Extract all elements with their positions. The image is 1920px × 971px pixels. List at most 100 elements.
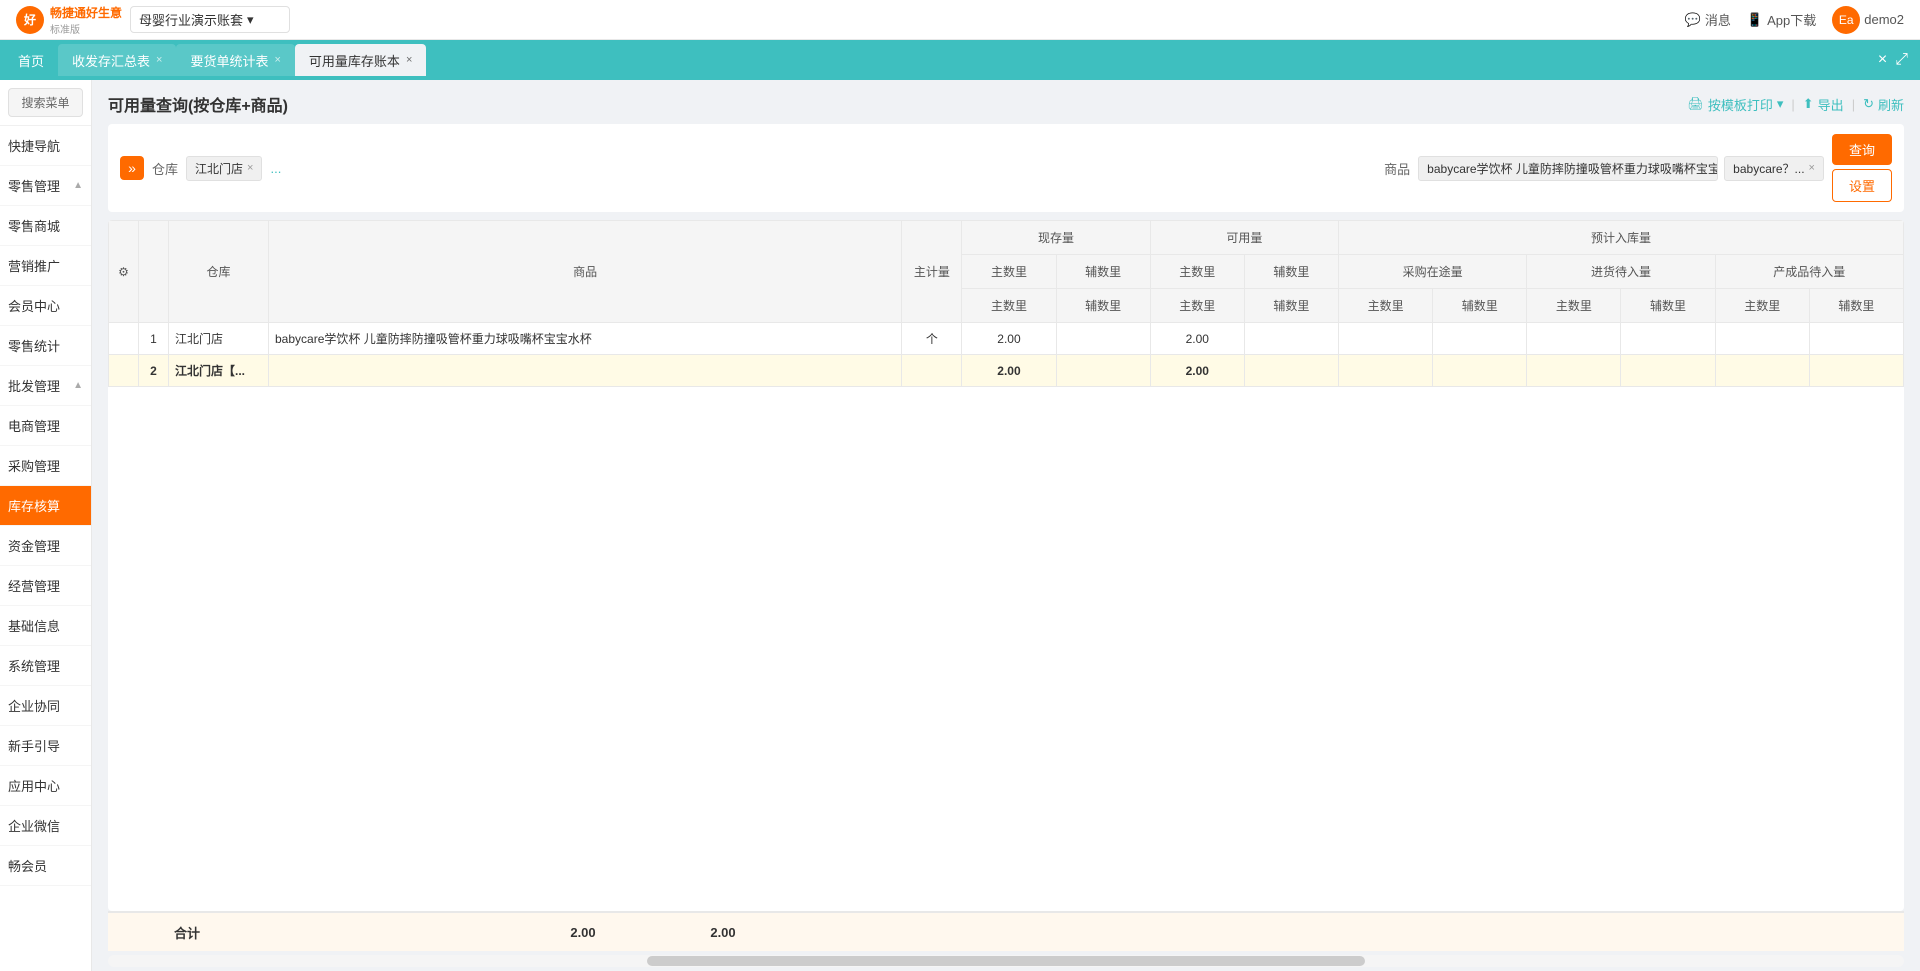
app-download-btn[interactable]: 📱 App下载	[1747, 10, 1816, 29]
sidebar-ops-label: 经营管理	[8, 576, 60, 595]
st-settings	[109, 355, 139, 387]
sidebar-item-purchase[interactable]: 采购管理	[0, 446, 91, 486]
inventory-table: ⚙ 仓库 商品 主计量 现存量 可用量 预计入库量 主数里 辅数里 主数里	[108, 220, 1904, 387]
sidebar-member-label: 会员中心	[8, 296, 60, 315]
tab-receipt[interactable]: 收发存汇总表 ×	[58, 44, 176, 76]
avatar: Ea	[1832, 6, 1860, 34]
tenant-name: 母婴行业演示账套	[139, 10, 243, 29]
sidebar-item-retail-stat[interactable]: 零售统计	[0, 326, 91, 366]
query-btn[interactable]: 查询	[1832, 134, 1892, 165]
sidebar-item-appstore[interactable]: 应用中心	[0, 766, 91, 806]
td-available-main: 2.00	[1150, 323, 1244, 355]
export-btn[interactable]: ⬆ 导出	[1803, 95, 1844, 114]
subtotal-row: 2 江北门店【... 2.00 2.00	[109, 355, 1904, 387]
sidebar-item-vip[interactable]: 畅会员	[0, 846, 91, 886]
set-btn[interactable]: 设置	[1832, 169, 1892, 202]
logo-text: 畅捷通好生意	[50, 4, 122, 21]
sidebar-item-ecommerce[interactable]: 电商管理	[0, 406, 91, 446]
tab-home-label: 首页	[18, 51, 44, 70]
sidebar-item-shortcut[interactable]: 快捷导航	[0, 126, 91, 166]
nav-tabs: 首页 收发存汇总表 × 要货单统计表 × 可用量库存账本 × × ⤢	[0, 40, 1920, 80]
refresh-btn[interactable]: ↻ 刷新	[1863, 95, 1904, 114]
chevron-down-icon: ▾	[247, 12, 254, 28]
scrollbar-thumb[interactable]	[647, 956, 1365, 966]
th-props: 辅数里	[1809, 289, 1903, 323]
th-unit: 主计量	[902, 221, 962, 323]
filter-toggle-btn[interactable]: »	[120, 156, 144, 180]
settings-icon[interactable]: ⚙	[118, 265, 129, 279]
sidebar-item-shop[interactable]: 零售商城	[0, 206, 91, 246]
product-tag-2-close[interactable]: ×	[1809, 162, 1815, 174]
sidebar-item-wholesale[interactable]: 批发管理 ▲	[0, 366, 91, 406]
horizontal-scrollbar[interactable]	[108, 955, 1904, 967]
tab-available-close[interactable]: ×	[406, 54, 412, 66]
sidebar-item-inventory[interactable]: 库存核算	[0, 486, 91, 526]
print-label: 按模板打印	[1708, 95, 1773, 114]
sidebar-finance-label: 资金管理	[8, 536, 60, 555]
warehouse-tag-close[interactable]: ×	[247, 162, 253, 174]
th-stock-sub: 辅数里	[1056, 255, 1150, 289]
product-tags: babycare学饮杯 儿童防摔防撞吸管杯重力球吸嘴杯宝宝水杯 × babyca…	[1418, 156, 1824, 181]
sidebar-item-finance[interactable]: 资金管理	[0, 526, 91, 566]
chevron-icon: ▲	[73, 180, 83, 191]
sidebar-item-enterprise[interactable]: 企业协同	[0, 686, 91, 726]
sidebar-item-ops[interactable]: 经营管理	[0, 566, 91, 606]
tab-available-label: 可用量库存账本	[309, 51, 400, 70]
total-label: 合计	[168, 923, 268, 942]
tab-home[interactable]: 首页	[4, 44, 58, 76]
filter-more-btn[interactable]: ...	[270, 161, 281, 176]
username: demo2	[1864, 12, 1904, 27]
content-area: 可用量查询(按仓库+商品) 🖨 按模板打印 ▾ | ⬆ 导出 | ↻ 刷新	[92, 80, 1920, 971]
sidebar-item-member[interactable]: 会员中心	[0, 286, 91, 326]
maximize-btn[interactable]: ⤢	[1895, 51, 1908, 69]
td-unit: 个	[902, 323, 962, 355]
sidebar-wechat-label: 企业微信	[8, 816, 60, 835]
sidebar-vip-label: 畅会员	[8, 856, 47, 875]
print-icon: 🖨	[1687, 96, 1704, 112]
th-propm: 主数里	[1715, 289, 1809, 323]
tab-order-close[interactable]: ×	[274, 54, 280, 66]
sidebar-item-retail[interactable]: 零售管理 ▲	[0, 166, 91, 206]
sidebar-retail-label: 零售管理	[8, 176, 60, 195]
export-label: 导出	[1818, 95, 1844, 114]
main-layout: 搜索菜单 快捷导航 零售管理 ▲ 零售商城 营销推广 会员中心 零售统计 批发管…	[0, 80, 1920, 971]
tab-available[interactable]: 可用量库存账本 ×	[295, 44, 426, 76]
filter-action-buttons: 查询 设置	[1832, 134, 1892, 202]
sidebar-item-system[interactable]: 系统管理	[0, 646, 91, 686]
total-footer: 合计 2.00 2.00	[108, 911, 1904, 951]
td-warehouse: 江北门店	[169, 323, 269, 355]
sidebar-item-basic[interactable]: 基础信息	[0, 606, 91, 646]
st-purchase-main	[1339, 355, 1433, 387]
sidebar-item-newbie[interactable]: 新手引导	[0, 726, 91, 766]
tab-receipt-label: 收发存汇总表	[72, 51, 150, 70]
th-available-sub: 辅数里	[1244, 255, 1338, 289]
refresh-icon: ↻	[1863, 96, 1874, 112]
sidebar-marketing-label: 营销推广	[8, 256, 60, 275]
message-label: 消息	[1705, 10, 1731, 29]
warehouse-filter-label: 仓库	[152, 159, 178, 178]
product-tag-1: babycare学饮杯 儿童防摔防撞吸管杯重力球吸嘴杯宝宝水杯 ×	[1418, 156, 1718, 181]
data-table-container: ⚙ 仓库 商品 主计量 现存量 可用量 预计入库量 主数里 辅数里 主数里	[108, 220, 1904, 911]
close-all-tabs-btn[interactable]: ×	[1878, 51, 1887, 69]
total-available-main: 2.00	[688, 925, 758, 940]
chevron-print-icon: ▾	[1777, 96, 1784, 112]
export-icon: ⬆	[1803, 96, 1814, 112]
user-avatar-btn[interactable]: Ea demo2	[1832, 6, 1904, 34]
tab-receipt-close[interactable]: ×	[156, 54, 162, 66]
tab-order[interactable]: 要货单统计表 ×	[176, 44, 294, 76]
th-stock-main: 主数里	[962, 255, 1056, 289]
message-btn[interactable]: 💬 消息	[1685, 10, 1731, 29]
th-ps: 辅数里	[1433, 289, 1527, 323]
td-product: babycare学饮杯 儿童防摔防撞吸管杯重力球吸嘴杯宝宝水杯	[269, 323, 902, 355]
sidebar-item-marketing[interactable]: 营销推广	[0, 246, 91, 286]
td-num: 1	[139, 323, 169, 355]
app-icon: 📱	[1747, 12, 1763, 28]
print-btn[interactable]: 🖨 按模板打印 ▾	[1687, 95, 1783, 114]
sidebar-search-btn[interactable]: 搜索菜单	[8, 88, 83, 117]
td-purchase-main	[1339, 323, 1433, 355]
separator-2: |	[1852, 97, 1855, 112]
th-available-main: 主数里	[1150, 255, 1244, 289]
tenant-selector[interactable]: 母婴行业演示账套 ▾	[130, 6, 290, 33]
sidebar-item-wechat[interactable]: 企业微信	[0, 806, 91, 846]
warehouse-tag: 江北门店 ×	[186, 156, 262, 181]
